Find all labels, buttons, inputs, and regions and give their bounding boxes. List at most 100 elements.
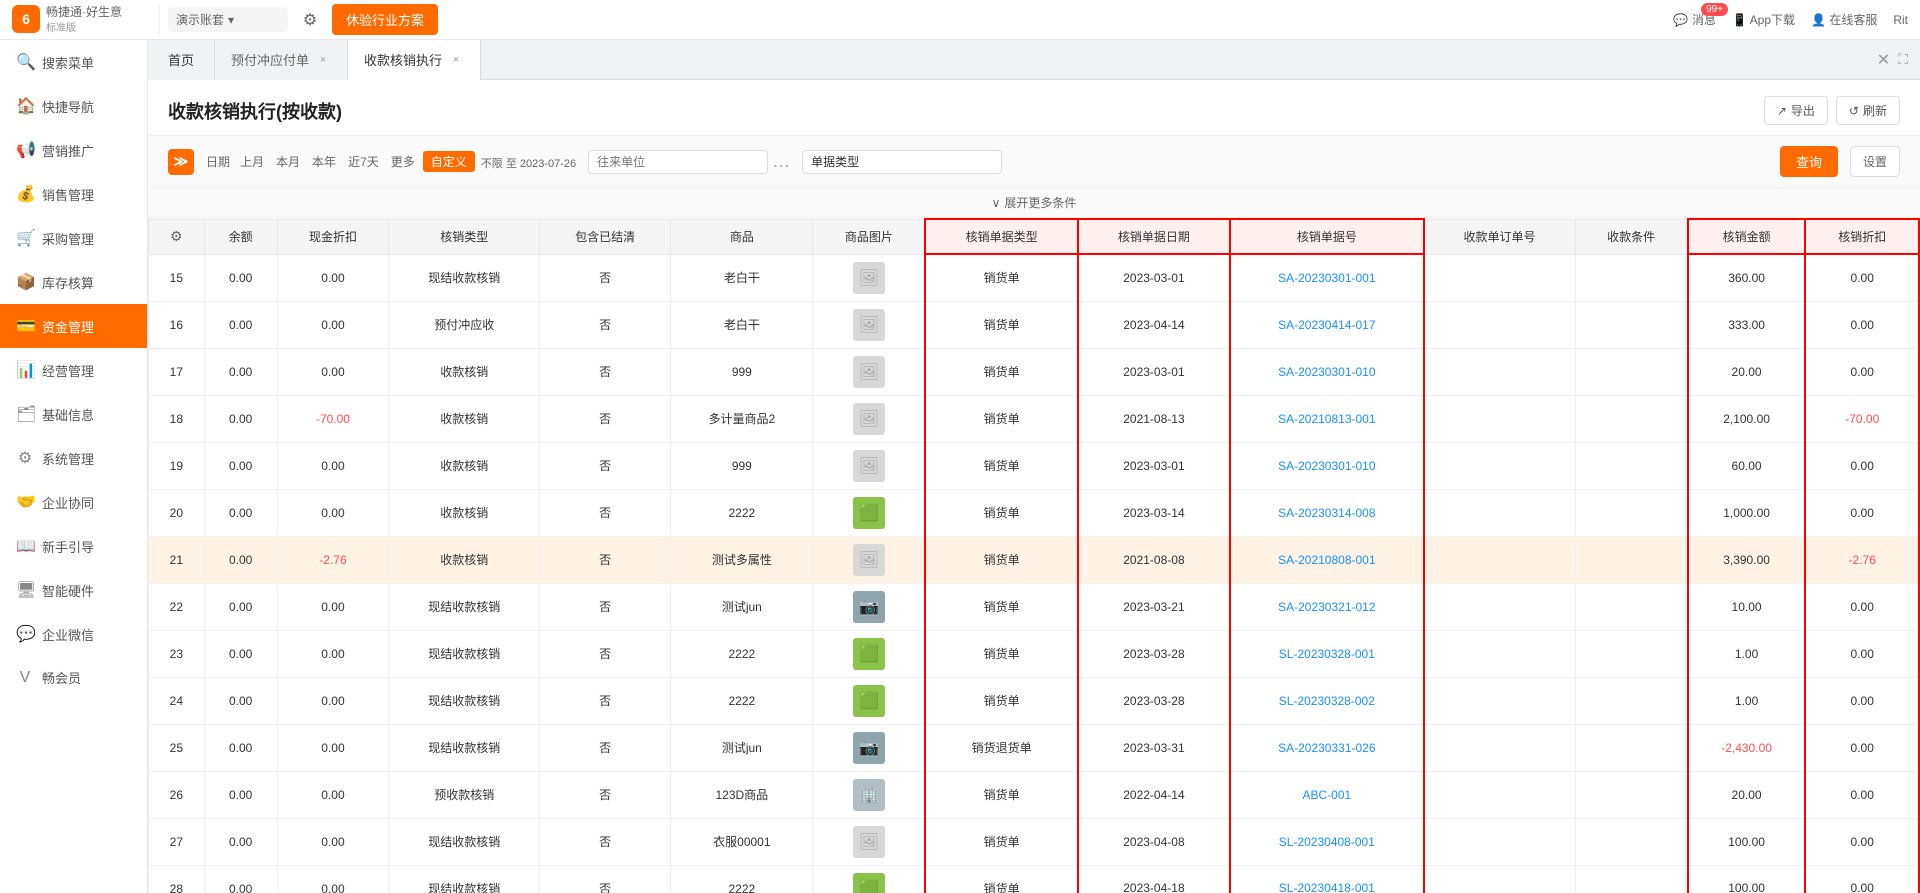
sidebar-item-2[interactable]: 📢营销推广 xyxy=(0,128,147,172)
cell-order-no xyxy=(1424,818,1576,865)
sidebar-item-10[interactable]: 🤝企业协同 xyxy=(0,480,147,524)
sidebar-item-1[interactable]: 🏠快捷导航 xyxy=(0,84,147,128)
cell-balance: 0.00 xyxy=(204,630,277,677)
sidebar-icon-3: 💰 xyxy=(16,184,34,204)
sidebar-item-6[interactable]: 💳资金管理 xyxy=(0,304,147,348)
date-custom[interactable]: 自定义 xyxy=(423,151,475,172)
bill-no-link[interactable]: SA-20230414-017 xyxy=(1278,318,1375,332)
date-more[interactable]: 更多 xyxy=(387,151,419,172)
cell-bill-date: 2023-04-08 xyxy=(1078,818,1230,865)
bill-no-link[interactable]: SA-20210813-001 xyxy=(1278,412,1375,426)
sidebar-item-12[interactable]: 🖥智能硬件 xyxy=(0,568,147,612)
date-last7[interactable]: 近7天 xyxy=(344,151,383,172)
cell-bill-date: 2023-03-01 xyxy=(1078,348,1230,395)
date-label: 日期 xyxy=(206,153,230,170)
bill-no-link[interactable]: SA-20230301-010 xyxy=(1278,459,1375,473)
th-settled: 包含已结清 xyxy=(540,219,671,254)
cell-amount: 20.00 xyxy=(1688,771,1806,818)
app-download-button[interactable]: 📱 App下载 xyxy=(1732,11,1795,28)
sidebar-item-7[interactable]: 📊经营管理 xyxy=(0,348,147,392)
bill-no-link[interactable]: SA-20230301-010 xyxy=(1278,365,1375,379)
sidebar-item-4[interactable]: 🛒采购管理 xyxy=(0,216,147,260)
user-name[interactable]: Rit xyxy=(1893,13,1908,27)
tab-receipt-close[interactable]: × xyxy=(448,52,464,68)
filter-toggle-button[interactable]: ≫ xyxy=(168,149,194,175)
cell-payment-term xyxy=(1575,301,1688,348)
cell-goods-img: 🟩 xyxy=(813,677,926,724)
cell-payment-term xyxy=(1575,442,1688,489)
bill-no-link[interactable]: SA-20230314-008 xyxy=(1278,506,1375,520)
settings-button[interactable]: 设置 xyxy=(1850,146,1900,177)
date-this-year[interactable]: 本年 xyxy=(308,151,340,172)
tab-prepay-close[interactable]: × xyxy=(315,52,331,68)
bill-no-link[interactable]: SA-20230331-026 xyxy=(1278,741,1375,755)
query-button[interactable]: 查询 xyxy=(1780,146,1838,177)
cell-discount: -2.76 xyxy=(277,536,389,583)
sidebar-label-13: 企业微信 xyxy=(42,625,94,644)
bill-no-link[interactable]: SL-20230408-001 xyxy=(1279,835,1375,849)
cell-goods: 测试多属性 xyxy=(671,536,813,583)
th-goods-image: 商品图片 xyxy=(813,219,926,254)
tab-prepay[interactable]: 预付冲应付单 × xyxy=(215,40,348,80)
sidebar-item-14[interactable]: V畅会员 xyxy=(0,656,147,699)
column-settings-icon[interactable]: ⚙ xyxy=(149,219,205,254)
sidebar-item-9[interactable]: ⚙系统管理 xyxy=(0,436,147,480)
cell-bill-no: SL-20230408-001 xyxy=(1230,818,1423,865)
cell-bill-date: 2021-08-13 xyxy=(1078,395,1230,442)
sidebar-icon-13: 💬 xyxy=(16,624,34,644)
cell-discount: 0.00 xyxy=(277,818,389,865)
bill-no-link[interactable]: SA-20230301-001 xyxy=(1278,271,1375,285)
cell-bill-type: 销货单 xyxy=(925,348,1077,395)
cell-bill-date: 2022-04-14 xyxy=(1078,771,1230,818)
tab-receipt[interactable]: 收款核销执行 × xyxy=(348,40,481,80)
bill-no-link[interactable]: SA-20230321-012 xyxy=(1278,600,1375,614)
cell-goods-img: 🖼 xyxy=(813,348,926,395)
online-service-button[interactable]: 👤 在线客服 xyxy=(1811,11,1877,28)
sidebar-item-0[interactable]: 🔍搜索菜单 xyxy=(0,40,147,84)
bill-no-link[interactable]: SA-20210808-001 xyxy=(1278,553,1375,567)
sidebar-item-11[interactable]: 📖新手引导 xyxy=(0,524,147,568)
sidebar-item-8[interactable]: 🗂基础信息 xyxy=(0,392,147,436)
sidebar-icon-1: 🏠 xyxy=(16,96,34,116)
tab-home[interactable]: 首页 xyxy=(148,40,215,80)
date-this-month[interactable]: 本月 xyxy=(272,151,304,172)
tab-bar: 首页 预付冲应付单 × 收款核销执行 × ✕ ⛶ xyxy=(148,40,1920,80)
gear-button[interactable]: ⚙ xyxy=(296,6,324,34)
cell-bill-date: 2023-04-18 xyxy=(1078,865,1230,893)
refresh-button[interactable]: ↺ 刷新 xyxy=(1836,96,1900,125)
single-type-select[interactable]: 单据类型 xyxy=(802,150,1002,174)
org-selector[interactable]: 演示账套 ▾ xyxy=(168,7,288,32)
cell-goods-img: 🖼 xyxy=(813,254,926,301)
sidebar-item-13[interactable]: 💬 企业微信 xyxy=(0,612,147,656)
window-expand-icon[interactable]: ⛶ xyxy=(1898,51,1908,68)
expand-more-button[interactable]: ∨ 展开更多条件 xyxy=(992,194,1077,211)
date-last-month[interactable]: 上月 xyxy=(236,151,268,172)
table-row: 21 0.00 -2.76 收款核销 否 测试多属性 🖼 销货单 2021-08… xyxy=(149,536,1920,583)
bell-icon: 💬 xyxy=(1673,13,1688,27)
cell-discount: 0.00 xyxy=(277,771,389,818)
chevron-down-icon: ▾ xyxy=(228,13,234,27)
sidebar-label-11: 新手引导 xyxy=(42,537,94,556)
bill-no-link[interactable]: SL-20230328-001 xyxy=(1279,647,1375,661)
sidebar-item-5[interactable]: 📦库存核算 xyxy=(0,260,147,304)
notification-button[interactable]: 💬 消息 99+ xyxy=(1673,11,1716,28)
industry-button[interactable]: 休验行业方案 xyxy=(332,4,438,35)
export-button[interactable]: ↗ 导出 xyxy=(1764,96,1828,125)
bill-no-link[interactable]: ABC-001 xyxy=(1302,788,1351,802)
cell-type: 预付冲应收 xyxy=(389,301,540,348)
bill-no-link[interactable]: SL-20230328-002 xyxy=(1279,694,1375,708)
bill-no-link[interactable]: SL-20230418-001 xyxy=(1279,881,1375,893)
th-goods: 商品 xyxy=(671,219,813,254)
sidebar-item-3[interactable]: 💰销售管理 xyxy=(0,172,147,216)
table-row: 27 0.00 0.00 现结收款核销 否 衣服00001 🖼 销货单 2023… xyxy=(149,818,1920,865)
table-row: 20 0.00 0.00 收款核销 否 2222 🟩 销货单 2023-03-1… xyxy=(149,489,1920,536)
cell-goods: 999 xyxy=(671,348,813,395)
table-row: 15 0.00 0.00 现结收款核销 否 老白干 🖼 销货单 2023-03-… xyxy=(149,254,1920,301)
cell-no: 18 xyxy=(149,395,205,442)
partner-input[interactable] xyxy=(588,150,768,174)
partner-more-icon[interactable]: … xyxy=(772,151,790,172)
cell-bill-no: SL-20230328-002 xyxy=(1230,677,1423,724)
window-close-icon[interactable]: ✕ xyxy=(1877,50,1890,70)
sidebar-icon-12: 🖥 xyxy=(16,580,34,600)
cell-settled: 否 xyxy=(540,301,671,348)
